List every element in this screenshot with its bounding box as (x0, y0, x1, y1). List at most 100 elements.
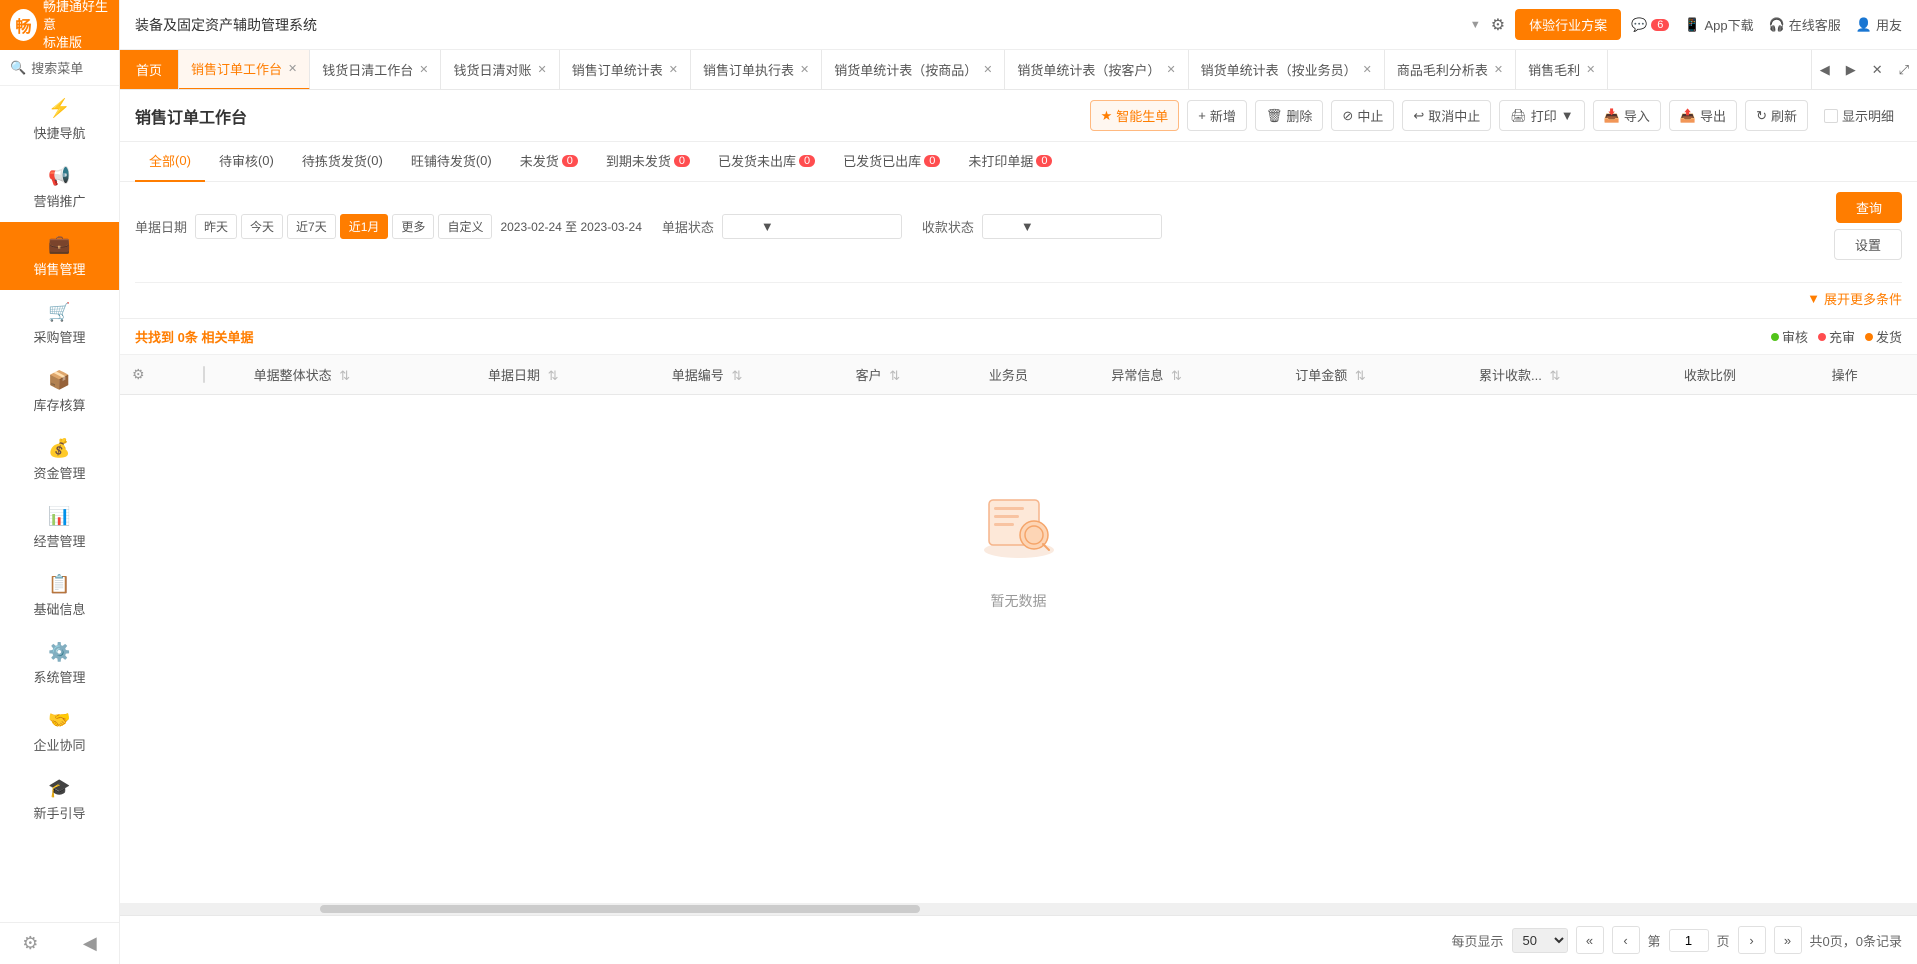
date-btn-7days[interactable]: 近7天 (287, 214, 336, 239)
last-page-button[interactable]: » (1774, 926, 1802, 954)
tab-sales-exec[interactable]: 销售订单执行表 ✕ (691, 50, 822, 90)
collected-sort-icon[interactable]: ⇅ (1549, 368, 1560, 383)
ship-action[interactable]: 发货 (1865, 327, 1902, 346)
column-settings-icon[interactable]: ⚙ (132, 366, 145, 382)
message-button[interactable]: 💬 6 💬 (1631, 17, 1669, 33)
tab-close-all-button[interactable]: ✕ (1864, 50, 1891, 90)
prev-page-button[interactable]: ‹ (1612, 926, 1640, 954)
tab-sales-single-product[interactable]: 销货单统计表（按商品） ✕ (822, 50, 1005, 90)
settings-button[interactable]: ⚙ (22, 933, 38, 954)
sidebar-item-operations[interactable]: 📊 经营管理 (0, 494, 119, 562)
sidebar-item-base[interactable]: 📋 基础信息 (0, 562, 119, 630)
date-btn-yesterday[interactable]: 昨天 (195, 214, 237, 239)
tab-sales-single-customer[interactable]: 销货单统计表（按客户） ✕ (1005, 50, 1188, 90)
sidebar-item-quick-nav[interactable]: ⚡ 快捷导航 (0, 86, 119, 154)
query-button[interactable]: 查询 (1836, 192, 1902, 223)
add-button[interactable]: + 新增 (1187, 100, 1247, 131)
cancel-stop-button[interactable]: ↩ 取消中止 (1402, 100, 1491, 131)
exception-sort-icon[interactable]: ⇅ (1171, 368, 1182, 383)
tab-product-gross[interactable]: 商品毛利分析表 ✕ (1385, 50, 1516, 90)
date-btn-1month[interactable]: 近1月 (340, 214, 389, 239)
tab-close-sales-single-product[interactable]: ✕ (983, 63, 992, 76)
header-settings-icon[interactable]: ⚙ (1491, 15, 1505, 35)
number-sort-icon[interactable]: ⇅ (731, 368, 742, 383)
tab-sales-order[interactable]: 销售订单工作台 ✕ (179, 50, 310, 90)
page-size-select[interactable]: 50 10 20 100 (1512, 928, 1568, 953)
tab-close-cash-daily[interactable]: ✕ (419, 63, 428, 76)
sidebar-item-system[interactable]: ⚙️ 系统管理 (0, 630, 119, 698)
show-detail-checkbox[interactable]: 显示明细 (1816, 101, 1902, 130)
status-sort-icon[interactable]: ⇅ (339, 368, 350, 383)
expand-conditions-button[interactable]: ▼ 展开更多条件 (1807, 289, 1902, 308)
review-action[interactable]: 审核 (1771, 327, 1808, 346)
sidebar-item-purchase[interactable]: 🛒 采购管理 (0, 290, 119, 358)
tab-close-cash-reconcile[interactable]: ✕ (538, 63, 547, 76)
refresh-button[interactable]: ↻ 刷新 (1745, 100, 1808, 131)
tab-cash-daily[interactable]: 钱货日清工作台 ✕ (310, 50, 441, 90)
page-number-input[interactable] (1669, 929, 1709, 952)
tab-next-button[interactable]: ▶ (1838, 50, 1864, 90)
tab-close-product-gross[interactable]: ✕ (1494, 63, 1503, 76)
filter-tab-all[interactable]: 全部(0) (135, 142, 205, 182)
sidebar-item-sales[interactable]: 💼 销售管理 (0, 222, 119, 290)
app-download-button[interactable]: 📱 App下载 (1684, 15, 1753, 34)
tab-close-sales-stat[interactable]: ✕ (669, 63, 678, 76)
tab-home[interactable]: 首页 (120, 50, 179, 90)
tab-fullscreen-button[interactable]: ⤢ (1891, 50, 1917, 90)
export-button[interactable]: 📤 导出 (1669, 100, 1737, 131)
print-button[interactable]: 🖨 打印 ▼ (1499, 100, 1584, 131)
solution-button[interactable]: 体验行业方案 (1515, 9, 1621, 40)
tab-sales-gross[interactable]: 销售毛利 ✕ (1516, 50, 1608, 90)
user-menu[interactable]: 👤 用友 (1856, 15, 1902, 34)
collapse-button[interactable]: ◀ (83, 933, 97, 954)
tab-close-sales-gross[interactable]: ✕ (1586, 63, 1595, 76)
date-btn-more[interactable]: 更多 (392, 214, 434, 239)
tab-close-sales-single-customer[interactable]: ✕ (1166, 63, 1175, 76)
first-page-button[interactable]: « (1576, 926, 1604, 954)
tab-close-sales-single-staff[interactable]: ✕ (1363, 63, 1372, 76)
filter-tab-pending-review[interactable]: 待审核(0) (205, 142, 288, 182)
filter-tab-pending-inspect[interactable]: 待拣货发货(0) (288, 142, 397, 182)
sidebar-item-enterprise[interactable]: 🤝 企业协同 (0, 698, 119, 766)
table-scroll-area[interactable]: ⚙ 单据整体状态 ⇅ 单据日期 ⇅ (120, 355, 1917, 903)
sidebar-item-guide[interactable]: 🎓 新手引导 (0, 766, 119, 834)
smart-generate-button[interactable]: ★ 智能生单 (1090, 100, 1180, 131)
import-button[interactable]: 📥 导入 (1593, 100, 1661, 131)
tab-prev-button[interactable]: ◀ (1812, 50, 1838, 90)
system-dropdown-icon[interactable]: ▼ (1470, 19, 1481, 31)
date-btn-custom[interactable]: 自定义 (438, 214, 492, 239)
filter-tab-overdue[interactable]: 到期未发货 0 (592, 142, 704, 182)
filter-tab-wangpu[interactable]: 旺铺待发货(0) (397, 142, 506, 182)
filter-tab-shipped-not-out[interactable]: 已发货未出库 0 (704, 142, 829, 182)
sidebar-item-finance[interactable]: 💰 资金管理 (0, 426, 119, 494)
payment-filter-group: 收款状态 ▼ (922, 214, 1162, 239)
horizontal-scrollbar[interactable] (120, 903, 1917, 915)
date-btn-today[interactable]: 今天 (241, 214, 283, 239)
delete-button[interactable]: 🗑 删除 (1255, 100, 1324, 131)
payment-select[interactable]: ▼ (982, 214, 1162, 239)
cancel-review-action[interactable]: 充审 (1818, 327, 1855, 346)
detail-checkbox-input[interactable] (1824, 109, 1838, 123)
scrollbar-thumb[interactable] (320, 905, 920, 913)
filter-tab-not-shipped[interactable]: 未发货 0 (506, 142, 592, 182)
sidebar-item-marketing[interactable]: 📢 营销推广 (0, 154, 119, 222)
tab-close-sales-order[interactable]: ✕ (288, 62, 297, 75)
tab-sales-stat[interactable]: 销售订单统计表 ✕ (560, 50, 691, 90)
tab-cash-reconcile[interactable]: 钱货日清对账 ✕ (441, 50, 559, 90)
select-all-checkbox[interactable] (203, 366, 205, 383)
next-page-button[interactable]: › (1738, 926, 1766, 954)
set-button[interactable]: 设置 (1834, 229, 1902, 260)
date-sort-icon[interactable]: ⇅ (548, 368, 559, 383)
stop-button[interactable]: ⊘ 中止 (1331, 100, 1394, 131)
filter-tab-not-printed[interactable]: 未打印单据 0 (954, 142, 1066, 182)
tab-close-sales-exec[interactable]: ✕ (800, 63, 809, 76)
sidebar-search[interactable]: 🔍 搜索菜单 (0, 50, 119, 86)
sidebar-item-inventory[interactable]: 📦 库存核算 (0, 358, 119, 426)
customer-sort-icon[interactable]: ⇅ (889, 368, 900, 383)
status-label: 单据状态 (662, 217, 714, 236)
status-select[interactable]: ▼ (722, 214, 902, 239)
tab-sales-single-staff[interactable]: 销货单统计表（按业务员） ✕ (1189, 50, 1385, 90)
filter-tab-shipped-out[interactable]: 已发货已出库 0 (829, 142, 954, 182)
amount-sort-icon[interactable]: ⇅ (1355, 368, 1366, 383)
online-service-button[interactable]: 🎧 在线客服 (1769, 15, 1841, 34)
